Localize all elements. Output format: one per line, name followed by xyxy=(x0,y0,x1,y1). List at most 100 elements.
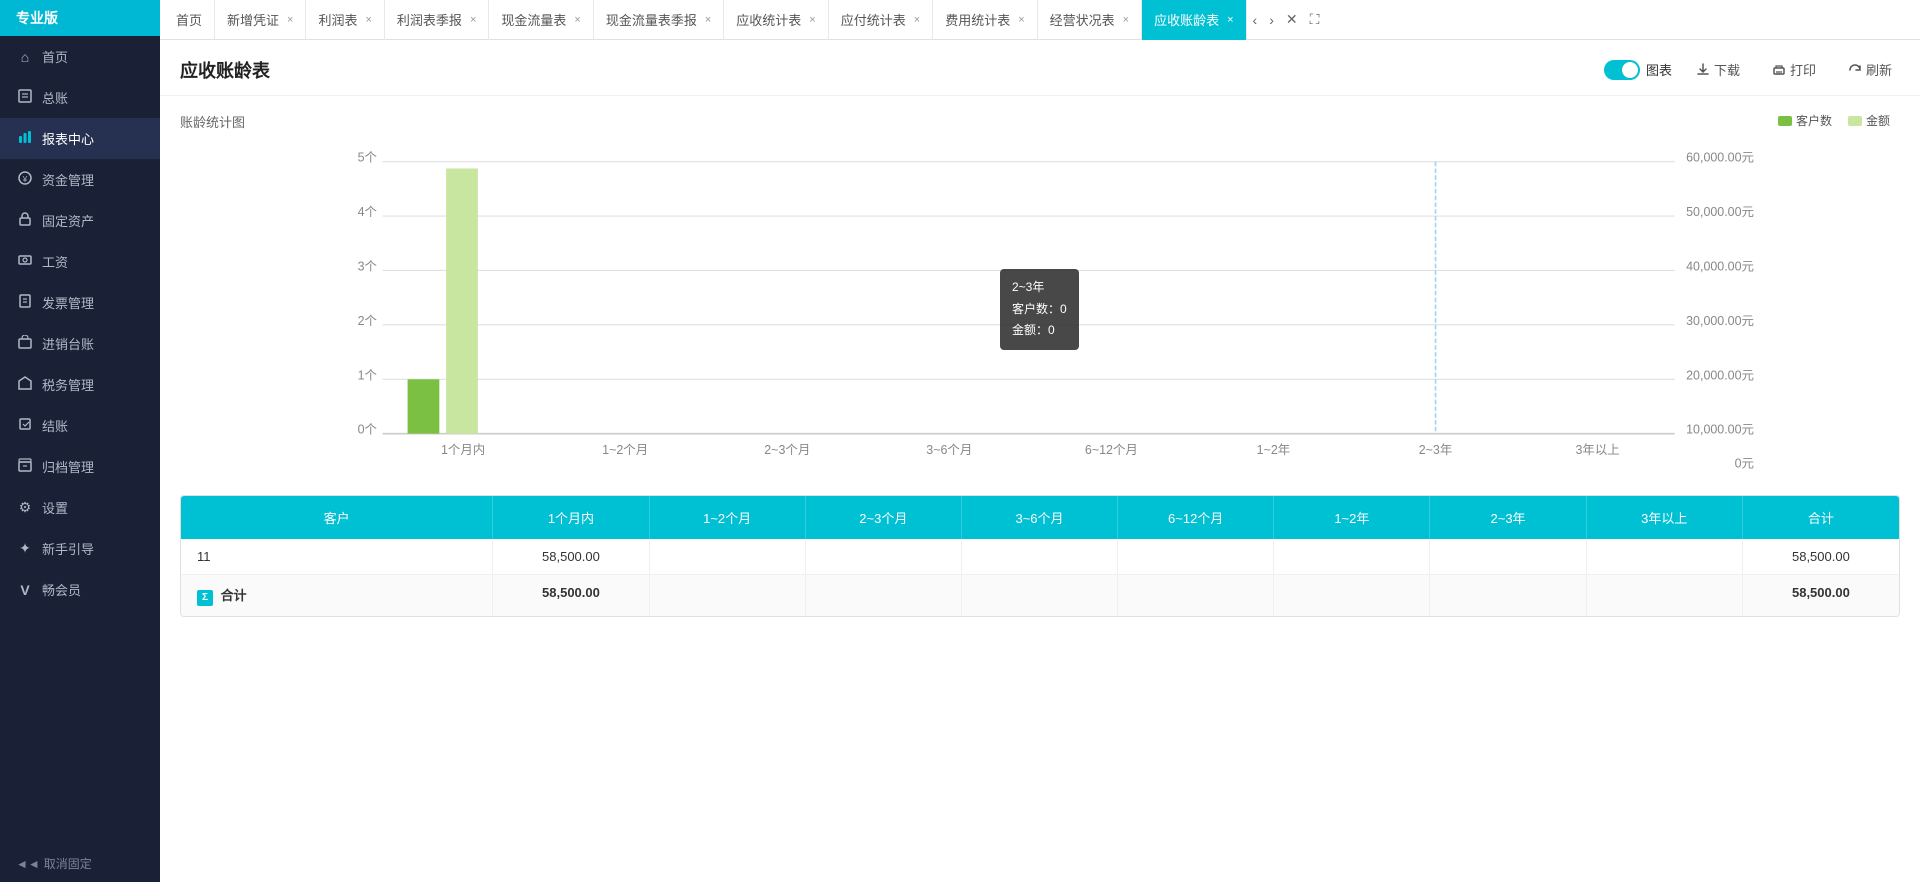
legend-amount: 金额 xyxy=(1848,112,1890,129)
col-total: 合计 xyxy=(1743,496,1899,539)
tab-label: 首页 xyxy=(176,10,202,29)
tab-label: 新增凭证 xyxy=(227,10,279,29)
table-header: 客户 1个月内 1~2个月 2~3个月 3~6个月 6~12个月 1~2年 2~… xyxy=(181,496,1899,539)
legend-customers: 客户数 xyxy=(1778,112,1832,129)
sidebar-item-invoice[interactable]: 发票管理 xyxy=(0,282,160,323)
svg-text:2~3个月: 2~3个月 xyxy=(764,443,810,457)
col-3year-plus: 3年以上 xyxy=(1587,496,1743,539)
tab-home[interactable]: 首页 xyxy=(164,0,215,40)
tab-close-icon[interactable]: × xyxy=(574,14,580,26)
sidebar-item-home[interactable]: ⌂ 首页 xyxy=(0,36,160,77)
chart-section: 账龄统计图 客户数 金额 5个 4个 3个 2个 1个 xyxy=(160,96,1920,495)
tab-label: 经营状况表 xyxy=(1050,10,1115,29)
sidebar-bottom-label: 取消固定 xyxy=(44,855,92,872)
sidebar-item-ledger[interactable]: 总账 xyxy=(0,77,160,118)
col-1-2month: 1~2个月 xyxy=(650,496,806,539)
cell-total-3year-plus xyxy=(1587,575,1743,616)
bar-customer-0 xyxy=(408,379,440,433)
page-header: 应收账龄表 图表 下载 打印 刷新 xyxy=(160,40,1920,96)
chart-legend: 客户数 金额 xyxy=(1778,112,1890,129)
tab-payable-stats[interactable]: 应付统计表 × xyxy=(829,0,933,40)
tab-label: 应收账龄表 xyxy=(1154,10,1219,29)
svg-text:5个: 5个 xyxy=(358,151,378,165)
tab-close-icon[interactable]: × xyxy=(1018,14,1024,26)
svg-text:1个月内: 1个月内 xyxy=(441,443,485,457)
sidebar-item-salary[interactable]: 工资 xyxy=(0,241,160,282)
sidebar-item-label: 进销台账 xyxy=(42,334,94,353)
sidebar-item-label: 畅会员 xyxy=(42,580,81,599)
sidebar-item-assets[interactable]: 固定资产 xyxy=(0,200,160,241)
tab-prev-button[interactable]: ‹ xyxy=(1247,0,1264,40)
sidebar-item-label: 发票管理 xyxy=(42,293,94,312)
tab-next-button[interactable]: › xyxy=(1263,0,1280,40)
total-icon: Σ xyxy=(197,590,213,606)
cell-1-2year xyxy=(1274,539,1430,574)
col-6-12month: 6~12个月 xyxy=(1118,496,1274,539)
col-2-3year: 2~3年 xyxy=(1430,496,1586,539)
sidebar-item-settings[interactable]: ⚙ 设置 xyxy=(0,487,160,528)
sidebar-item-capital[interactable]: ¥ 资金管理 xyxy=(0,159,160,200)
tab-label: 现金流量表 xyxy=(501,10,566,29)
tab-close-all-button[interactable]: ✕ xyxy=(1280,0,1304,40)
sidebar-item-tax[interactable]: 税务管理 xyxy=(0,364,160,405)
cell-customer: 11 xyxy=(181,539,493,574)
legend-amount-label: 金额 xyxy=(1866,112,1890,129)
tab-close-icon[interactable]: × xyxy=(705,14,711,26)
tab-cashflow[interactable]: 现金流量表 × xyxy=(489,0,593,40)
sidebar-item-close[interactable]: 结账 xyxy=(0,405,160,446)
tab-close-icon[interactable]: × xyxy=(470,14,476,26)
tab-new-voucher[interactable]: 新增凭证 × xyxy=(215,0,306,40)
header-actions: 图表 下载 打印 刷新 xyxy=(1604,56,1900,83)
tab-close-icon[interactable]: × xyxy=(1123,14,1129,26)
svg-text:0个: 0个 xyxy=(358,423,378,437)
page-title: 应收账龄表 xyxy=(180,57,270,83)
legend-customers-label: 客户数 xyxy=(1796,112,1832,129)
close-account-icon xyxy=(16,417,34,434)
sidebar-item-report[interactable]: 报表中心 xyxy=(0,118,160,159)
sidebar-item-guide[interactable]: ✦ 新手引导 xyxy=(0,528,160,569)
tab-close-icon[interactable]: × xyxy=(914,14,920,26)
cell-total-2-3month xyxy=(806,575,962,616)
cell-6-12month xyxy=(1118,539,1274,574)
svg-text:40,000.00元: 40,000.00元 xyxy=(1686,259,1754,273)
tab-receivable-aging[interactable]: 应收账龄表 × xyxy=(1142,0,1246,40)
tab-profit[interactable]: 利润表 × xyxy=(306,0,384,40)
tab-expense-stats[interactable]: 费用统计表 × xyxy=(933,0,1037,40)
tab-cashflow-quarterly[interactable]: 现金流量表季报 × xyxy=(594,0,724,40)
sidebar-item-label: 设置 xyxy=(42,498,68,517)
legend-amount-color xyxy=(1848,116,1862,126)
tab-label: 应收统计表 xyxy=(736,10,801,29)
chart-toggle[interactable] xyxy=(1604,60,1640,80)
tab-profit-quarterly[interactable]: 利润表季报 × xyxy=(385,0,489,40)
bar-amount-0 xyxy=(446,168,478,433)
tab-business-status[interactable]: 经营状况表 × xyxy=(1038,0,1142,40)
tab-close-icon[interactable]: × xyxy=(365,14,371,26)
col-3-6month: 3~6个月 xyxy=(962,496,1118,539)
sidebar-pin-toggle[interactable]: ◄◄ 取消固定 xyxy=(0,845,160,882)
tab-close-icon[interactable]: × xyxy=(287,14,293,26)
download-button[interactable]: 下载 xyxy=(1688,56,1748,83)
tab-receivable-stats[interactable]: 应收统计表 × xyxy=(724,0,828,40)
table-section: 客户 1个月内 1~2个月 2~3个月 3~6个月 6~12个月 1~2年 2~… xyxy=(180,495,1900,617)
cell-grand-total: 58,500.00 xyxy=(1743,575,1899,616)
sidebar-logo: 专业版 xyxy=(0,0,160,36)
sidebar-item-label: 归档管理 xyxy=(42,457,94,476)
sidebar-item-member[interactable]: V 畅会员 xyxy=(0,569,160,610)
tab-close-icon[interactable]: × xyxy=(809,14,815,26)
cell-1month: 58,500.00 xyxy=(493,539,649,574)
invoice-icon xyxy=(16,294,34,311)
refresh-button[interactable]: 刷新 xyxy=(1840,56,1900,83)
sidebar-item-archive[interactable]: 归档管理 xyxy=(0,446,160,487)
sidebar-item-label: 新手引导 xyxy=(42,539,94,558)
member-icon: V xyxy=(16,582,34,598)
sidebar-item-label: 首页 xyxy=(42,47,68,66)
tab-expand-button[interactable]: ⛶ xyxy=(1304,0,1326,40)
tab-close-icon[interactable]: × xyxy=(1227,14,1233,26)
print-button[interactable]: 打印 xyxy=(1764,56,1824,83)
sidebar-item-purchase[interactable]: 进销台账 xyxy=(0,323,160,364)
svg-text:60,000.00元: 60,000.00元 xyxy=(1686,151,1754,165)
svg-text:6~12个月: 6~12个月 xyxy=(1085,443,1138,457)
download-label: 下载 xyxy=(1714,60,1740,79)
tab-bar: 首页 新增凭证 × 利润表 × 利润表季报 × 现金流量表 × 现金流量表季报 … xyxy=(160,0,1920,40)
svg-text:3个: 3个 xyxy=(358,259,378,273)
